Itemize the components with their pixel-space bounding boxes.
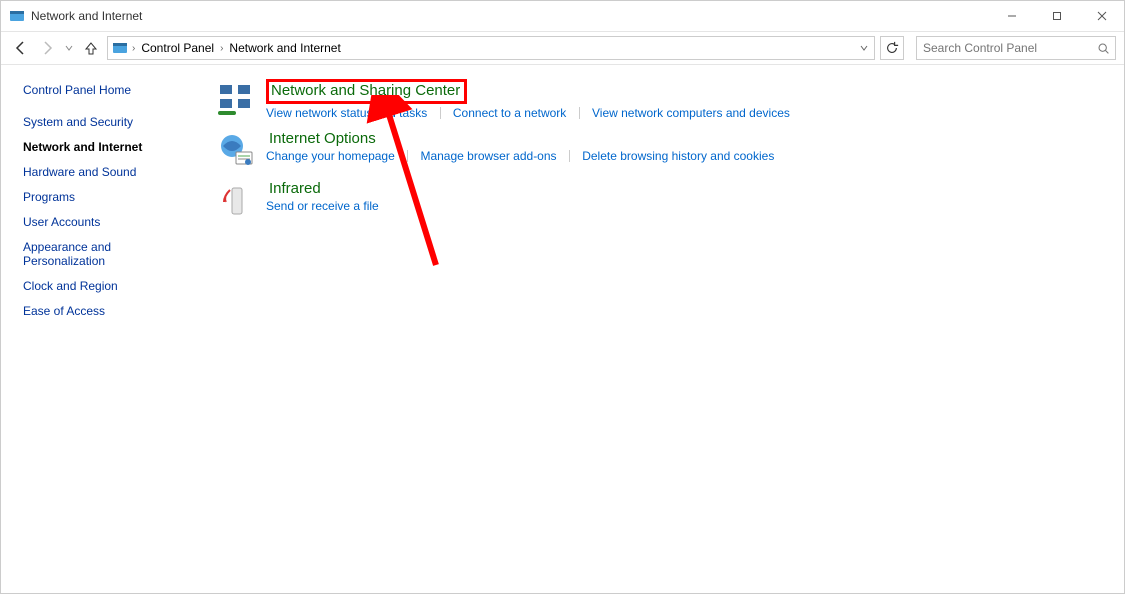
sublink-view-computers[interactable]: View network computers and devices [592, 106, 790, 120]
category-network-sharing: Network and Sharing Center View network … [216, 79, 1104, 120]
close-button[interactable] [1079, 1, 1124, 31]
chevron-right-icon: › [220, 43, 223, 54]
sidebar-home[interactable]: Control Panel Home [23, 83, 196, 97]
breadcrumb-item[interactable]: Network and Internet [227, 41, 342, 55]
category-title-network-sharing[interactable]: Network and Sharing Center [266, 79, 467, 104]
category-title-infrared[interactable]: Infrared [266, 180, 324, 197]
location-icon [112, 40, 128, 56]
category-title-internet-options[interactable]: Internet Options [266, 130, 379, 147]
sidebar-item-ease-of-access[interactable]: Ease of Access [23, 304, 196, 318]
back-button[interactable] [11, 38, 31, 58]
sidebar-item-hardware-sound[interactable]: Hardware and Sound [23, 165, 196, 179]
sidebar-item-programs[interactable]: Programs [23, 190, 196, 204]
chevron-right-icon: › [132, 43, 135, 54]
sublink-send-receive-file[interactable]: Send or receive a file [266, 199, 379, 213]
infrared-icon [216, 180, 256, 220]
sidebar-item-system-security[interactable]: System and Security [23, 115, 196, 129]
search-icon [1095, 42, 1111, 55]
internet-options-icon [216, 130, 256, 170]
sidebar: Control Panel Home System and Security N… [1, 65, 206, 593]
forward-button[interactable] [37, 38, 57, 58]
sidebar-item-appearance[interactable]: Appearance and Personalization [23, 240, 196, 268]
sidebar-item-user-accounts[interactable]: User Accounts [23, 215, 196, 229]
sidebar-item-clock-region[interactable]: Clock and Region [23, 279, 196, 293]
minimize-button[interactable] [989, 1, 1034, 31]
window-title: Network and Internet [31, 9, 142, 23]
history-dropdown[interactable] [63, 38, 75, 58]
network-sharing-icon [216, 79, 256, 119]
search-box[interactable] [916, 36, 1116, 60]
sublink-view-network-status[interactable]: View network status and tasks [266, 106, 427, 120]
sublink-connect-network[interactable]: Connect to a network [453, 106, 566, 120]
main-content: Network and Sharing Center View network … [206, 65, 1124, 593]
breadcrumb-item[interactable]: Control Panel [139, 41, 216, 55]
sublink-manage-addons[interactable]: Manage browser add-ons [420, 149, 556, 163]
address-dropdown[interactable] [856, 44, 872, 52]
sublink-change-homepage[interactable]: Change your homepage [266, 149, 395, 163]
titlebar: Network and Internet [1, 1, 1124, 31]
maximize-button[interactable] [1034, 1, 1079, 31]
toolbar: › Control Panel › Network and Internet [1, 31, 1124, 65]
window-icon [9, 8, 25, 24]
category-infrared: Infrared Send or receive a file [216, 180, 1104, 220]
refresh-button[interactable] [880, 36, 904, 60]
category-internet-options: Internet Options Change your homepage Ma… [216, 130, 1104, 170]
sidebar-item-network-internet[interactable]: Network and Internet [23, 140, 196, 154]
up-button[interactable] [81, 38, 101, 58]
address-bar[interactable]: › Control Panel › Network and Internet [107, 36, 875, 60]
search-input[interactable] [921, 40, 1095, 56]
sublink-delete-history[interactable]: Delete browsing history and cookies [582, 149, 774, 163]
